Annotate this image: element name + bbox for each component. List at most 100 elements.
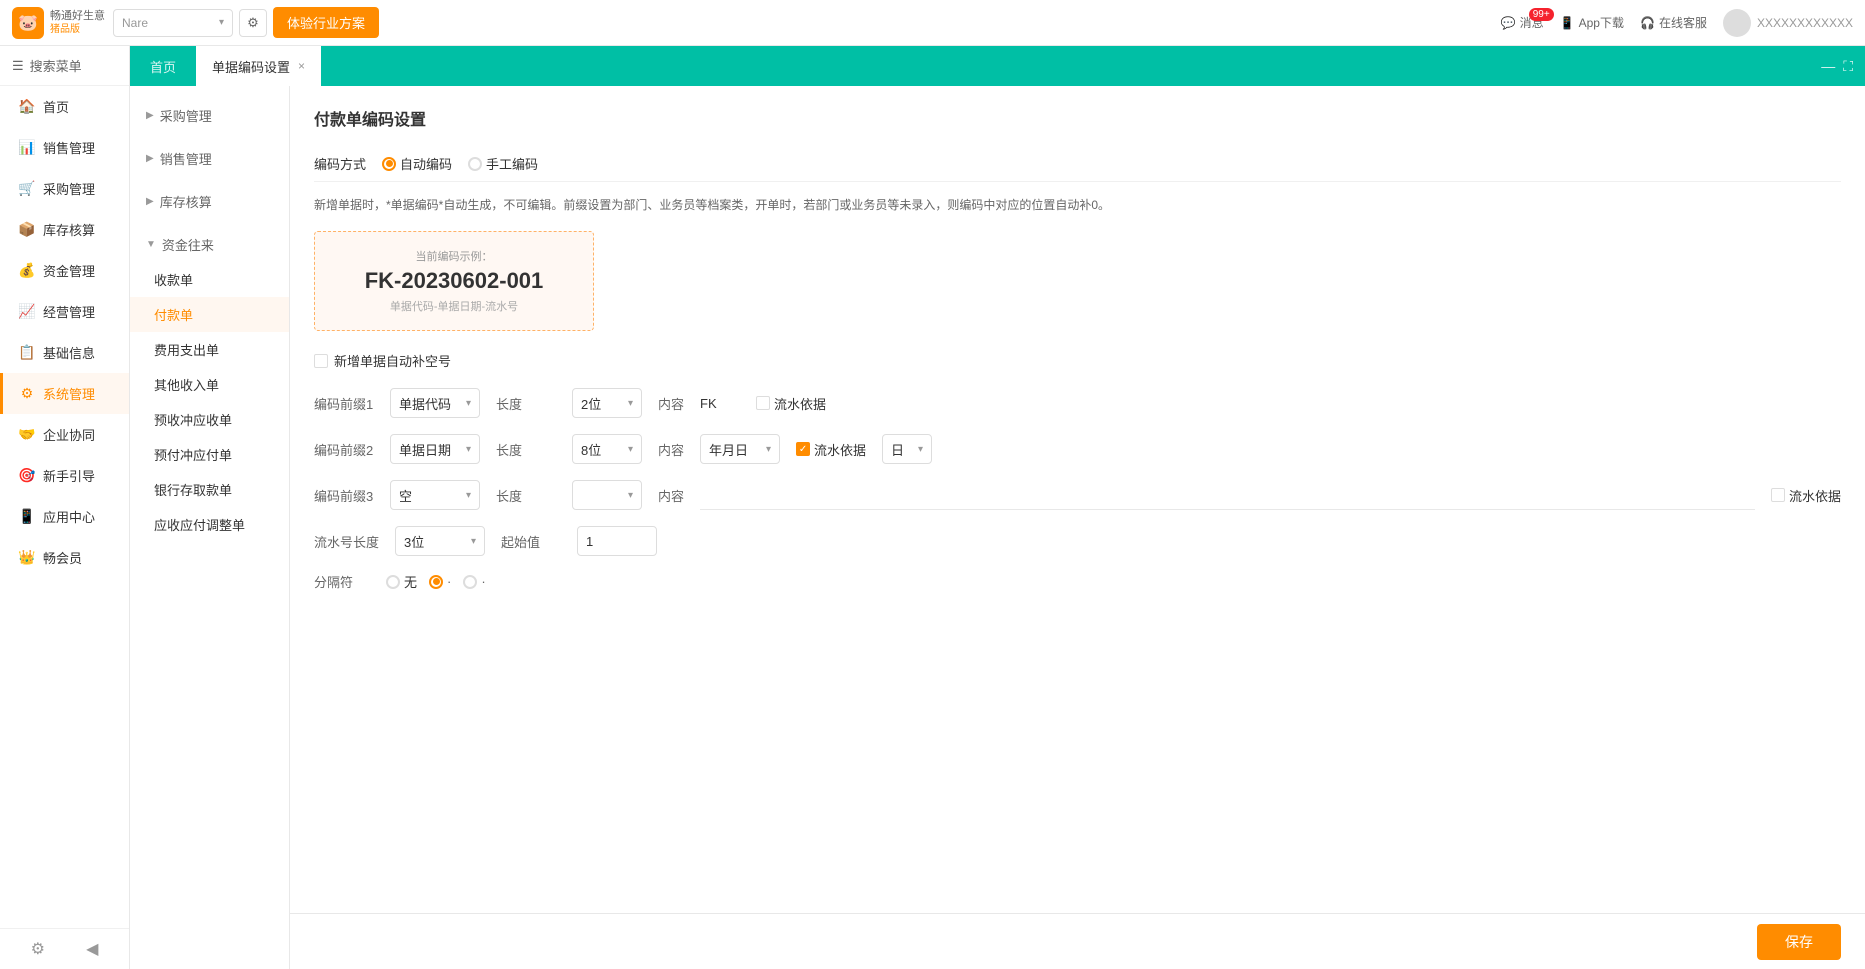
inventory-icon: 📦: [19, 222, 35, 238]
length2-select[interactable]: 8位 ▾: [572, 434, 642, 464]
app-download-button[interactable]: 📱 App下载: [1560, 14, 1624, 31]
auto-encode-radio[interactable]: 自动编码: [382, 154, 452, 173]
online-service-button[interactable]: 🎧 在线客服: [1640, 14, 1707, 31]
sub-nav-item-other-income[interactable]: 其他收入单: [130, 367, 289, 402]
sidebar-item-system[interactable]: ⚙ 系统管理: [0, 373, 129, 414]
preview-sub: 单据代码-单据日期-流水号: [339, 298, 569, 314]
sidebar-item-partner[interactable]: 🤝 企业协同: [0, 414, 129, 455]
serial1-checkbox-item: 流水依据: [756, 394, 826, 413]
inner-content: ▶ 采购管理 ▶ 销售管理 ▶ 库存核算: [130, 86, 1865, 969]
sidebar-settings-icon[interactable]: ⚙: [31, 939, 45, 959]
minimize-button[interactable]: —: [1821, 58, 1835, 74]
auto-fill-checkbox[interactable]: [314, 354, 328, 368]
bottom-bar: 保存: [290, 913, 1865, 969]
manual-encode-radio[interactable]: 手工编码: [468, 154, 538, 173]
maximize-button[interactable]: ⛶: [1843, 58, 1853, 75]
auto-encode-circle: [382, 157, 396, 171]
sidebar-item-guide[interactable]: 🎯 新手引导: [0, 455, 129, 496]
settings-button[interactable]: ⚙: [239, 9, 267, 37]
phone-icon: 📱: [1560, 16, 1575, 30]
serial-unit-arrow-icon: ▾: [918, 444, 923, 455]
sub-nav-item-bank[interactable]: 银行存取款单: [130, 472, 289, 507]
chevron-right-icon: ▶: [146, 110, 154, 121]
header-controls: Nare ▾ ⚙ 体验行业方案: [113, 7, 379, 38]
sub-nav-item-receipt[interactable]: 收款单: [130, 262, 289, 297]
prefix1-select[interactable]: 单据代码 ▾: [390, 388, 480, 418]
sidebar-item-inventory[interactable]: 📦 库存核算: [0, 209, 129, 250]
serial1-checkbox[interactable]: [756, 396, 770, 410]
logo-text: 畅通好生意 猪品版: [50, 9, 105, 36]
length1-select[interactable]: 2位 ▾: [572, 388, 642, 418]
sidebar-collapse-icon[interactable]: ◀: [86, 939, 98, 959]
sep-dot-circle: [463, 575, 477, 589]
content3-value: [700, 480, 1755, 510]
length3-select[interactable]: ▾: [572, 480, 642, 510]
save-button[interactable]: 保存: [1757, 924, 1841, 960]
auto-encode-dot: [386, 160, 393, 167]
sub-nav-group-finance: ▼ 资金往来 收款单 付款单 费用支出单 其他收入单 预收冲应收单 预付冲应付单…: [130, 223, 289, 546]
home-icon: 🏠: [19, 99, 35, 115]
sub-nav-item-ar-ap-adjust[interactable]: 应收应付调整单: [130, 507, 289, 542]
content3-label: 内容: [658, 486, 684, 505]
content2-select[interactable]: 年月日 ▾: [700, 434, 780, 464]
serial-unit-select[interactable]: 日 ▾: [882, 434, 932, 464]
sep-dot-radio[interactable]: ·: [463, 574, 485, 589]
chevron-right-icon-3: ▶: [146, 196, 154, 207]
trial-button[interactable]: 体验行业方案: [273, 7, 379, 38]
dropdown-arrow-icon: ▾: [219, 17, 224, 28]
message-icon: 💬: [1501, 16, 1516, 30]
search-menu-button[interactable]: ☰ 搜索菜单: [0, 46, 129, 86]
sub-nav-header-purchase[interactable]: ▶ 采购管理: [130, 98, 289, 133]
sub-nav-group-sales: ▶ 销售管理: [130, 137, 289, 180]
prefix3-label: 编码前缀3: [314, 486, 374, 505]
prefix2-select[interactable]: 单据日期 ▾: [390, 434, 480, 464]
sub-nav-header-sales[interactable]: ▶ 销售管理: [130, 141, 289, 176]
separator-label: 分隔符: [314, 572, 374, 591]
start-value-input[interactable]: 1: [577, 526, 657, 556]
settings-row-1: 编码前缀1 单据代码 ▾ 长度 2位 ▾ 内容 FK: [314, 388, 1841, 418]
preview-value: FK-20230602-001: [339, 268, 569, 294]
sub-nav-item-prepaid-write-off[interactable]: 预付冲应付单: [130, 437, 289, 472]
prefix3-select[interactable]: 空 ▾: [390, 480, 480, 510]
sub-nav-item-expense[interactable]: 费用支出单: [130, 332, 289, 367]
sep-dash-radio[interactable]: ·: [429, 574, 451, 589]
page-content: 付款单编码设置 编码方式 自动编码: [290, 86, 1865, 969]
sidebar-item-appstore[interactable]: 📱 应用中心: [0, 496, 129, 537]
length2-label: 长度: [496, 440, 556, 459]
main-layout: ☰ 搜索菜单 🏠 首页 📊 销售管理 🛒 采购管理 📦 库存核算 💰 资: [0, 46, 1865, 969]
encode-method-label: 编码方式: [314, 154, 366, 173]
headset-icon: 🎧: [1640, 16, 1655, 30]
logo-icon: 🐷: [12, 7, 44, 39]
serial2-checkbox[interactable]: ✓: [796, 442, 810, 456]
purchase-icon: 🛒: [19, 181, 35, 197]
sub-nav-group-inventory: ▶ 库存核算: [130, 180, 289, 223]
message-button[interactable]: 💬 消息 99+: [1501, 14, 1544, 31]
header-left: 🐷 畅通好生意 猪品版 Nare ▾ ⚙ 体验行业方案: [12, 7, 379, 39]
chevron-right-icon-2: ▶: [146, 153, 154, 164]
sidebar-item-sales[interactable]: 📊 销售管理: [0, 127, 129, 168]
sidebar-item-purchase[interactable]: 🛒 采购管理: [0, 168, 129, 209]
sub-nav-item-prepay-advance[interactable]: 预收冲应收单: [130, 402, 289, 437]
prefix1-label: 编码前缀1: [314, 394, 374, 413]
finance-icon: 💰: [19, 263, 35, 279]
length1-arrow-icon: ▾: [628, 398, 633, 409]
tab-home[interactable]: 首页: [130, 46, 196, 86]
sidebar-item-member[interactable]: 👑 畅会员: [0, 537, 129, 578]
sidebar-item-operation[interactable]: 📈 经营管理: [0, 291, 129, 332]
sidebar-item-basic[interactable]: 📋 基础信息: [0, 332, 129, 373]
sub-nav-header-inventory[interactable]: ▶ 库存核算: [130, 184, 289, 219]
sub-nav-header-finance[interactable]: ▼ 资金往来: [130, 227, 289, 262]
serial-length-select[interactable]: 3位 ▾: [395, 526, 485, 556]
tab-active-encoding[interactable]: 单据编码设置 ×: [196, 46, 321, 86]
user-area[interactable]: XXXXXXXXXXXX: [1723, 9, 1853, 37]
preview-label: 当前编码示例：: [339, 248, 569, 264]
serial3-checkbox[interactable]: [1771, 488, 1785, 502]
company-dropdown[interactable]: Nare ▾: [113, 9, 233, 37]
tab-close-button[interactable]: ×: [298, 59, 305, 73]
page-title: 付款单编码设置: [314, 106, 1841, 130]
sub-nav-item-payment[interactable]: 付款单: [130, 297, 289, 332]
sep-none-radio[interactable]: 无: [386, 572, 417, 591]
sales-icon: 📊: [19, 140, 35, 156]
sidebar-item-home[interactable]: 🏠 首页: [0, 86, 129, 127]
sidebar-item-finance[interactable]: 💰 资金管理: [0, 250, 129, 291]
